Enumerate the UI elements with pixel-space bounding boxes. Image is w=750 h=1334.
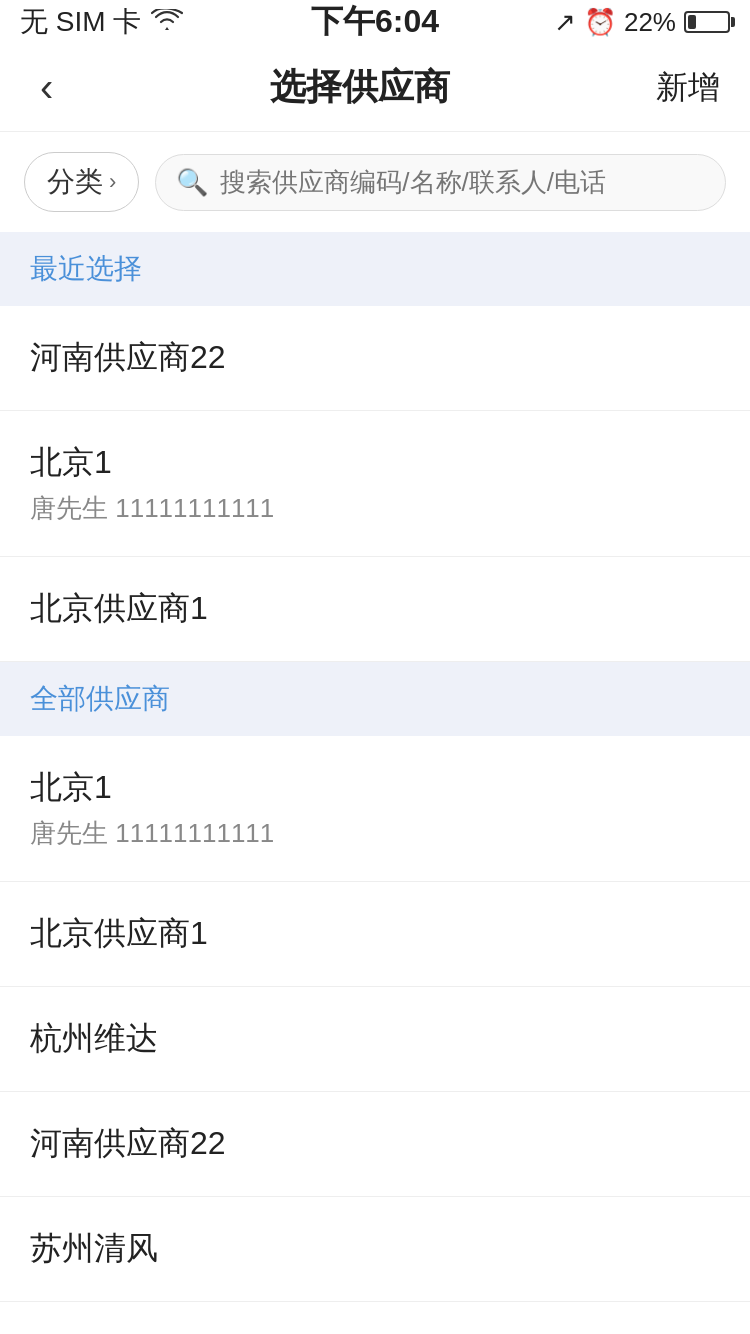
list-item[interactable]: 杭州维达 (0, 987, 750, 1092)
list-item[interactable]: 北京供应商1 (0, 557, 750, 662)
search-icon: 🔍 (176, 167, 208, 198)
status-right: ↗ ⏰ 22% (554, 7, 730, 38)
section-header-all: 全部供应商 (0, 662, 750, 736)
list-item[interactable]: 苏州清风 (0, 1197, 750, 1302)
list-item[interactable]: 北京1 唐先生 11111111111 (0, 411, 750, 557)
list-item[interactable]: 河南供应商22 (0, 306, 750, 411)
location-icon: ↗ (554, 7, 576, 38)
item-detail: 唐先生 11111111111 (30, 816, 720, 851)
supplier-list: 最近选择河南供应商22 北京1 唐先生 11111111111 北京供应商1 全部供应商… (0, 232, 750, 1302)
filter-bar: 分类 › 🔍 (0, 132, 750, 232)
alarm-icon: ⏰ (584, 7, 616, 38)
section-header-recent: 最近选择 (0, 232, 750, 306)
item-name: 河南供应商22 (30, 1122, 720, 1166)
item-detail: 唐先生 11111111111 (30, 491, 720, 526)
search-input[interactable] (220, 167, 705, 198)
back-button[interactable]: ‹ (30, 55, 63, 120)
battery-icon (684, 11, 730, 33)
page-title: 选择供应商 (270, 63, 450, 112)
add-button[interactable]: 新增 (656, 66, 720, 110)
item-name: 北京1 (30, 766, 720, 810)
status-bar: 无 SIM 卡 下午6:04 ↗ ⏰ 22% (0, 0, 750, 44)
item-name: 北京1 (30, 441, 720, 485)
list-item[interactable]: 北京供应商1 (0, 882, 750, 987)
list-item[interactable]: 北京1 唐先生 11111111111 (0, 736, 750, 882)
category-button[interactable]: 分类 › (24, 152, 139, 212)
wifi-icon (151, 6, 183, 38)
list-item[interactable]: 河南供应商22 (0, 1092, 750, 1197)
nav-bar: ‹ 选择供应商 新增 (0, 44, 750, 132)
category-label: 分类 (47, 163, 103, 201)
status-left: 无 SIM 卡 (20, 3, 183, 41)
no-sim-text: 无 SIM 卡 (20, 3, 141, 41)
item-name: 河南供应商22 (30, 336, 720, 380)
chevron-icon: › (109, 169, 116, 195)
item-name: 杭州维达 (30, 1017, 720, 1061)
item-name: 北京供应商1 (30, 587, 720, 631)
search-box[interactable]: 🔍 (155, 154, 726, 211)
item-name: 苏州清风 (30, 1227, 720, 1271)
battery-percent: 22% (624, 7, 676, 38)
status-time: 下午6:04 (311, 0, 439, 44)
item-name: 北京供应商1 (30, 912, 720, 956)
